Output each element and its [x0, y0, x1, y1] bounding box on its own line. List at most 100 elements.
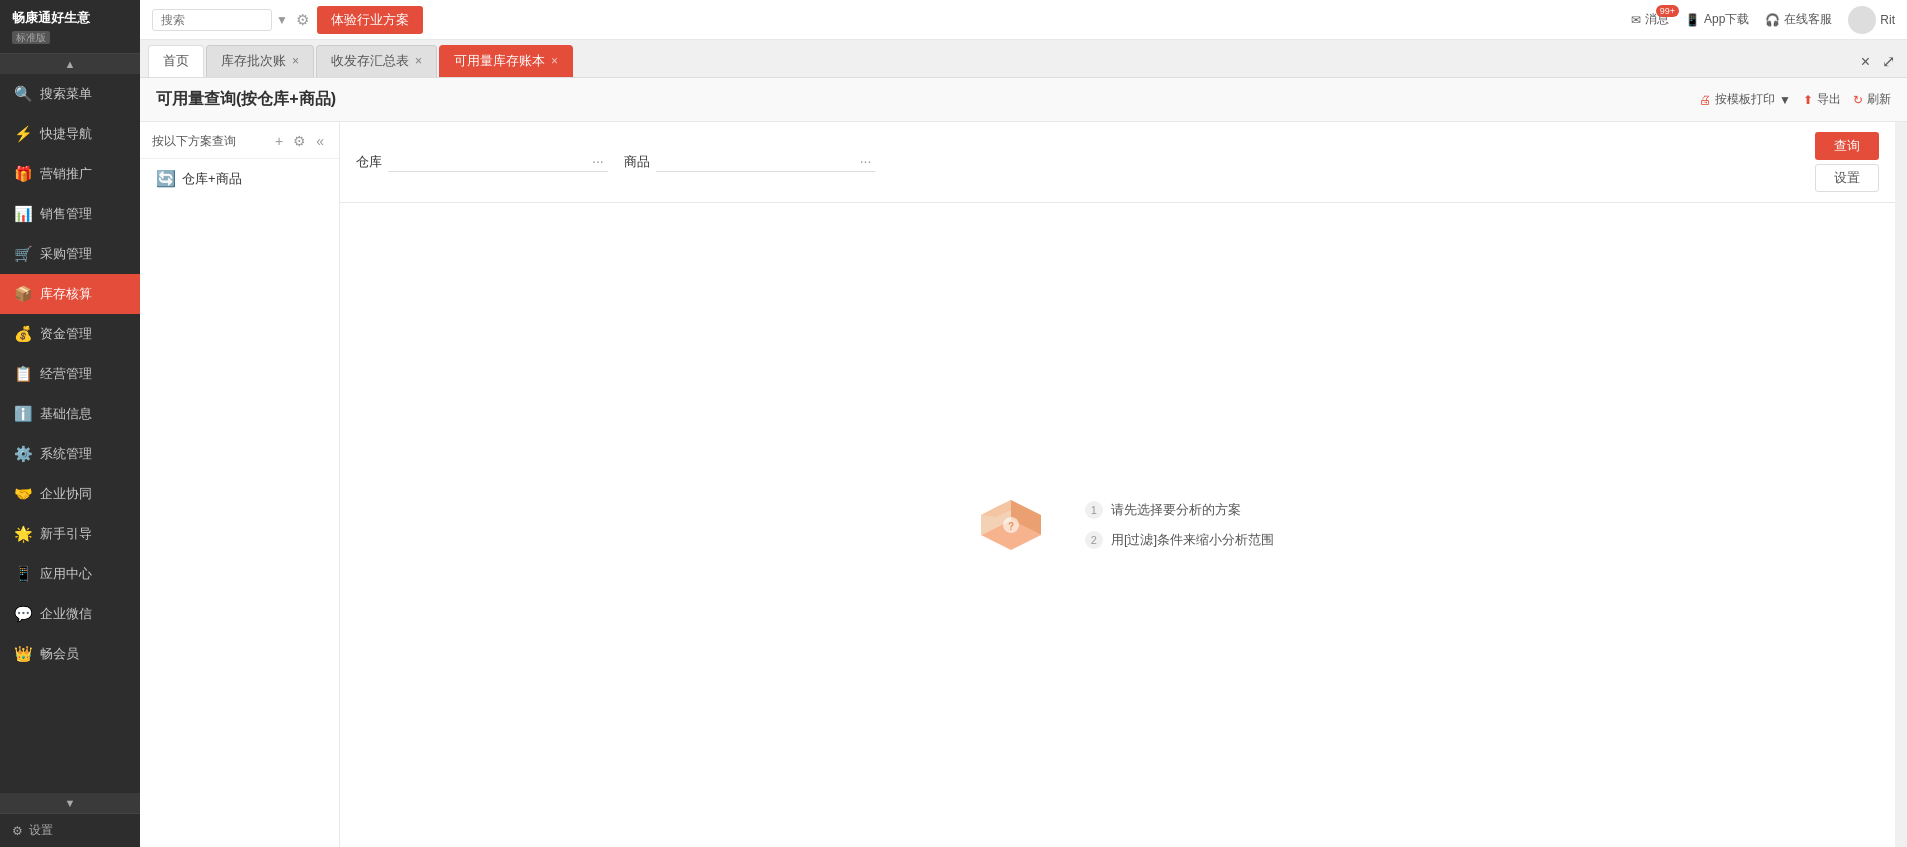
marketing-icon: 🎁 — [14, 165, 32, 183]
scheme-settings-icon[interactable]: ⚙ — [290, 132, 309, 150]
sidebar-item-label: 经营管理 — [40, 365, 92, 383]
sidebar-item-label: 系统管理 — [40, 445, 92, 463]
sidebar-footer[interactable]: ⚙ 设置 — [0, 813, 140, 847]
filter-settings-button[interactable]: 设置 — [1815, 164, 1879, 192]
user-name: Rit — [1880, 13, 1895, 27]
product-input[interactable] — [656, 153, 856, 168]
sidebar-item-collab[interactable]: 🤝 企业协同 — [0, 474, 140, 514]
query-button[interactable]: 查询 — [1815, 132, 1879, 160]
sidebar-item-marketing[interactable]: 🎁 营销推广 — [0, 154, 140, 194]
tab-batch[interactable]: 库存批次账 × — [206, 45, 314, 77]
sidebar-item-wechat[interactable]: 💬 企业微信 — [0, 594, 140, 634]
tabs-bar: 首页库存批次账 × 收发存汇总表 × 可用量库存账本 × × ⤢ — [140, 40, 1907, 78]
filter-bar: 仓库 ··· 商品 ··· 查询 设置 — [340, 122, 1895, 203]
sidebar-item-label: 营销推广 — [40, 165, 92, 183]
warehouse-more-icon[interactable]: ··· — [588, 153, 608, 169]
app-download-button[interactable]: 📱 App下载 — [1685, 11, 1749, 28]
topbar: ▼ ⚙ 体验行业方案 ✉ 消息 99+ 📱 App下载 🎧 在线客服 Rit — [140, 0, 1907, 40]
tab-available[interactable]: 可用量库存账本 × — [439, 45, 573, 77]
search-icon: 🔍 — [14, 85, 32, 103]
add-scheme-button[interactable]: + — [272, 132, 286, 150]
sidebar-brand[interactable]: 畅康通好生意 标准版 — [0, 0, 140, 54]
online-service-button[interactable]: 🎧 在线客服 — [1765, 11, 1832, 28]
tab-label: 库存批次账 — [221, 52, 286, 70]
sidebar-item-inventory[interactable]: 📦 库存核算 — [0, 274, 140, 314]
sidebar-item-operations[interactable]: 📋 经营管理 — [0, 354, 140, 394]
tab-close-icon[interactable]: × — [551, 54, 558, 68]
page-header: 可用量查询(按仓库+商品) 🖨 按模板打印 ▼ ⬆ 导出 ↻ 刷新 — [140, 78, 1907, 122]
system-icon: ⚙️ — [14, 445, 32, 463]
sidebar-item-label: 新手引导 — [40, 525, 92, 543]
refresh-icon: ↻ — [1853, 93, 1863, 107]
scheme-warehouse-product[interactable]: 🔄 仓库+商品 — [140, 159, 339, 198]
warehouse-input[interactable] — [388, 153, 588, 168]
gear-icon[interactable]: ⚙ — [296, 11, 309, 29]
export-action[interactable]: ⬆ 导出 — [1803, 91, 1841, 108]
headset-icon: 🎧 — [1765, 13, 1780, 27]
warehouse-label: 仓库 — [356, 153, 382, 171]
collapse-panel-icon[interactable]: « — [313, 132, 327, 150]
message-badge: 99+ — [1656, 5, 1679, 17]
online-service-label: 在线客服 — [1784, 11, 1832, 28]
message-button[interactable]: ✉ 消息 99+ — [1631, 11, 1669, 28]
sidebar-scroll-up[interactable]: ▲ — [0, 54, 140, 74]
sidebar-item-system[interactable]: ⚙️ 系统管理 — [0, 434, 140, 474]
sidebar-item-sales[interactable]: 📊 销售管理 — [0, 194, 140, 234]
search-input[interactable] — [152, 9, 272, 31]
refresh-action[interactable]: ↻ 刷新 — [1853, 91, 1891, 108]
tab-label: 可用量库存账本 — [454, 52, 545, 70]
sidebar-item-apps[interactable]: 📱 应用中心 — [0, 554, 140, 594]
sidebar-item-finance[interactable]: 💰 资金管理 — [0, 314, 140, 354]
sidebar-item-label: 库存核算 — [40, 285, 92, 303]
sidebar-item-member[interactable]: 👑 畅会员 — [0, 634, 140, 674]
guide-icon: 🌟 — [14, 525, 32, 543]
sidebar-item-label: 企业协同 — [40, 485, 92, 503]
sidebar-item-search[interactable]: 🔍 搜索菜单 — [0, 74, 140, 114]
sidebar-item-label: 应用中心 — [40, 565, 92, 583]
chevron-down-icon[interactable]: ▼ — [276, 13, 288, 27]
member-icon: 👑 — [14, 645, 32, 663]
app-download-label: App下载 — [1704, 11, 1749, 28]
industry-solution-button[interactable]: 体验行业方案 — [317, 6, 423, 34]
inventory-icon: 📦 — [14, 285, 32, 303]
sales-icon: 📊 — [14, 205, 32, 223]
sidebar-scroll-down[interactable]: ▼ — [0, 793, 140, 813]
sidebar-item-label: 快捷导航 — [40, 125, 92, 143]
warehouse-product-icon: 🔄 — [156, 169, 176, 188]
settings-icon: ⚙ — [12, 824, 23, 838]
print-icon: 🖨 — [1699, 93, 1711, 107]
tab-close-icon[interactable]: × — [292, 54, 299, 68]
product-input-wrap: ··· — [656, 153, 876, 172]
page-header-actions: 🖨 按模板打印 ▼ ⬆ 导出 ↻ 刷新 — [1699, 91, 1891, 108]
user-avatar[interactable]: Rit — [1848, 6, 1895, 34]
avatar — [1848, 6, 1876, 34]
export-label: 导出 — [1817, 91, 1841, 108]
tabs-right-buttons: × ⤢ — [1857, 50, 1899, 77]
sidebar-item-guide[interactable]: 🌟 新手引导 — [0, 514, 140, 554]
product-filter: 商品 ··· — [624, 153, 876, 172]
tab-close-icon[interactable]: × — [415, 54, 422, 68]
print-action[interactable]: 🖨 按模板打印 ▼ — [1699, 91, 1791, 108]
tab-home[interactable]: 首页 — [148, 45, 204, 77]
tab-summary[interactable]: 收发存汇总表 × — [316, 45, 437, 77]
sidebar: 畅康通好生意 标准版 ▲ 🔍 搜索菜单⚡ 快捷导航🎁 营销推广📊 销售管理🛒 采… — [0, 0, 140, 847]
left-panel-header-label: 按以下方案查询 — [152, 133, 236, 150]
sidebar-item-purchase[interactable]: 🛒 采购管理 — [0, 234, 140, 274]
collab-icon: 🤝 — [14, 485, 32, 503]
product-more-icon[interactable]: ··· — [856, 153, 876, 169]
sidebar-footer-label: 设置 — [29, 822, 53, 839]
main-area: ▼ ⚙ 体验行业方案 ✉ 消息 99+ 📱 App下载 🎧 在线客服 Rit — [140, 0, 1907, 847]
close-window-icon[interactable]: × — [1857, 51, 1874, 73]
sidebar-item-label: 资金管理 — [40, 325, 92, 343]
print-chevron-icon: ▼ — [1779, 93, 1791, 107]
expand-window-icon[interactable]: ⤢ — [1878, 50, 1899, 73]
warehouse-filter: 仓库 ··· — [356, 153, 608, 172]
sidebar-nav: 🔍 搜索菜单⚡ 快捷导航🎁 营销推广📊 销售管理🛒 采购管理📦 库存核算💰 资金… — [0, 74, 140, 793]
sidebar-item-label: 销售管理 — [40, 205, 92, 223]
tab-label: 收发存汇总表 — [331, 52, 409, 70]
sidebar-item-label: 畅会员 — [40, 645, 79, 663]
brand-tag: 标准版 — [12, 31, 50, 44]
sidebar-item-basic[interactable]: ℹ️ 基础信息 — [0, 394, 140, 434]
hint-1-text: 请先选择要分析的方案 — [1111, 501, 1241, 519]
sidebar-item-shortcut[interactable]: ⚡ 快捷导航 — [0, 114, 140, 154]
